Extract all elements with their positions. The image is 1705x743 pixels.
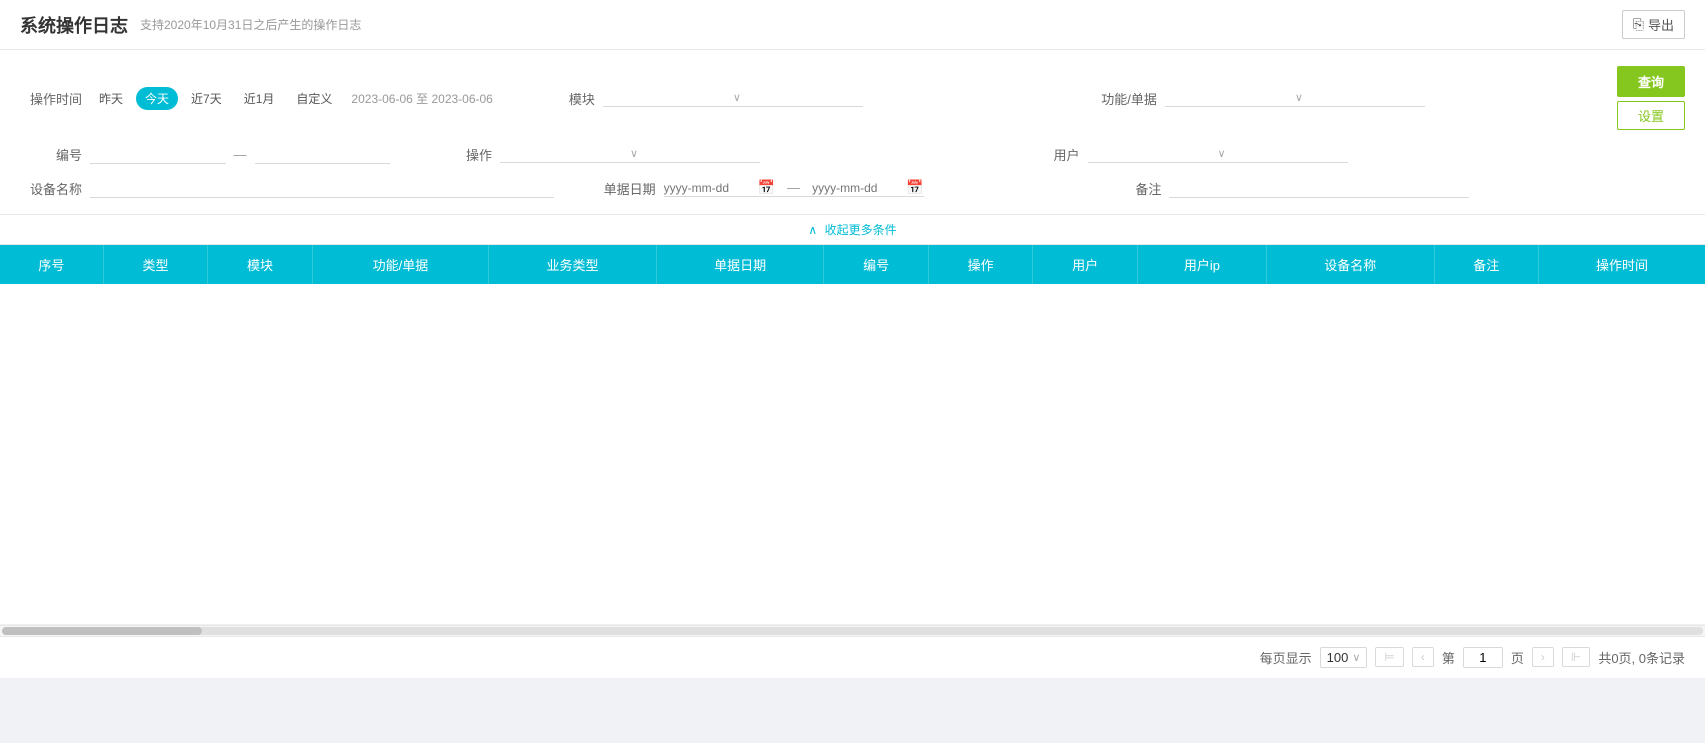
scrollbar-track: [2, 627, 1703, 635]
col-type: 类型: [103, 245, 207, 284]
next-page-button[interactable]: ›: [1532, 647, 1554, 667]
code-label: 编号: [20, 145, 90, 164]
query-button[interactable]: 查询: [1617, 66, 1685, 97]
calendar-icon-from[interactable]: 📅: [758, 179, 775, 196]
col-biz-type: 业务类型: [489, 245, 657, 284]
table-container: 序号 类型 模块 功能/单据 业务类型 单据日期 编号 操作 用户 用户ip 设…: [0, 245, 1705, 625]
first-page-button[interactable]: ⊨: [1375, 647, 1403, 667]
page-size-chevron: ∨: [1352, 651, 1360, 664]
time-range-text: 2023-06-06 至 2023-06-06: [351, 90, 492, 107]
date-input-to[interactable]: [812, 181, 902, 195]
col-user-ip: 用户ip: [1137, 245, 1266, 284]
table-body: [0, 284, 1705, 624]
module-select[interactable]: ∨: [603, 89, 863, 107]
settings-button[interactable]: 设置: [1617, 101, 1685, 130]
export-button[interactable]: ⎘ 导出: [1622, 10, 1685, 39]
operation-select[interactable]: ∨: [500, 145, 760, 163]
filter-row-3: 设备名称 单据日期 📅 — 📅 备注: [20, 178, 1685, 198]
data-table: 序号 类型 模块 功能/单据 业务类型 单据日期 编号 操作 用户 用户ip 设…: [0, 245, 1705, 625]
collapse-bar[interactable]: ∧ 收起更多条件: [0, 215, 1705, 245]
pagination-bar: 每页显示 100 ∨ ⊨ ‹ 第 页 › ⊩ 共0页, 0条记录: [0, 637, 1705, 678]
per-page-label: 每页显示: [1260, 648, 1312, 667]
time-selector: 昨天 今天 近7天 近1月 自定义 2023-06-06 至 2023-06-0…: [90, 87, 493, 110]
page-title: 系统操作日志: [20, 12, 128, 38]
action-buttons: 查询 设置: [1617, 66, 1685, 130]
collapse-label: 收起更多条件: [825, 223, 897, 237]
function-label: 功能/单据: [1085, 89, 1165, 108]
page-size-select[interactable]: 100 ∨: [1320, 647, 1368, 668]
operation-chevron-icon: ∨: [630, 147, 756, 160]
filter-row-1: 操作时间 昨天 今天 近7天 近1月 自定义 2023-06-06 至 2023…: [20, 66, 1685, 130]
table-header-row: 序号 类型 模块 功能/单据 业务类型 单据日期 编号 操作 用户 用户ip 设…: [0, 245, 1705, 284]
code-input-from[interactable]: [90, 144, 226, 164]
export-label: 导出: [1648, 15, 1674, 34]
page-header: 系统操作日志 支持2020年10月31日之后产生的操作日志 ⎘ 导出: [0, 0, 1705, 50]
page-label: 第: [1442, 648, 1455, 667]
total-info: 共0页, 0条记录: [1598, 648, 1685, 667]
col-seq: 序号: [0, 245, 103, 284]
function-chevron-icon: ∨: [1295, 91, 1421, 104]
page-subtitle: 支持2020年10月31日之后产生的操作日志: [140, 16, 361, 33]
scrollbar-thumb[interactable]: [2, 627, 202, 635]
filter-row-2: 编号 — 操作 ∨ 用户 ∨: [20, 144, 1685, 164]
time-btn-yesterday[interactable]: 昨天: [90, 87, 132, 110]
col-function: 功能/单据: [312, 245, 488, 284]
page-number-input[interactable]: [1463, 647, 1503, 668]
last-page-button[interactable]: ⊩: [1562, 647, 1590, 667]
date-input-from[interactable]: [664, 181, 754, 195]
col-operation: 操作: [928, 245, 1032, 284]
voucher-date-label: 单据日期: [594, 179, 664, 198]
export-icon: ⎘: [1633, 16, 1644, 33]
col-user: 用户: [1033, 245, 1137, 284]
time-btn-today[interactable]: 今天: [136, 87, 178, 110]
col-module: 模块: [208, 245, 312, 284]
scrollbar-area[interactable]: [0, 625, 1705, 637]
code-input-to[interactable]: [255, 144, 391, 164]
operation-label: 操作: [430, 145, 500, 164]
remark-input[interactable]: [1169, 178, 1469, 198]
time-btn-custom[interactable]: 自定义: [287, 87, 341, 110]
page-unit: 页: [1511, 648, 1524, 667]
module-chevron-icon: ∨: [733, 91, 859, 104]
empty-row: [0, 284, 1705, 624]
col-remark: 备注: [1434, 245, 1538, 284]
function-select[interactable]: ∨: [1165, 89, 1425, 107]
col-voucher-date: 单据日期: [656, 245, 824, 284]
remark-label: 备注: [1089, 179, 1169, 198]
device-label: 设备名称: [20, 179, 90, 198]
time-label: 操作时间: [20, 89, 90, 108]
time-btn-1month[interactable]: 近1月: [235, 87, 284, 110]
prev-page-button[interactable]: ‹: [1412, 647, 1434, 667]
collapse-icon: ∧: [808, 223, 817, 237]
filter-area: 操作时间 昨天 今天 近7天 近1月 自定义 2023-06-06 至 2023…: [0, 50, 1705, 215]
user-select[interactable]: ∨: [1088, 145, 1348, 163]
empty-cell: [0, 284, 1705, 624]
time-btn-7days[interactable]: 近7天: [182, 87, 231, 110]
col-code: 编号: [824, 245, 928, 284]
module-label: 模块: [533, 89, 603, 108]
code-dash: —: [234, 147, 247, 162]
user-chevron-icon: ∨: [1218, 147, 1344, 160]
col-op-time: 操作时间: [1539, 245, 1705, 284]
user-label: 用户: [1008, 145, 1088, 164]
page-size-value: 100: [1327, 650, 1349, 665]
device-input[interactable]: [90, 178, 554, 198]
calendar-icon-to[interactable]: 📅: [906, 179, 923, 196]
col-device: 设备名称: [1266, 245, 1434, 284]
